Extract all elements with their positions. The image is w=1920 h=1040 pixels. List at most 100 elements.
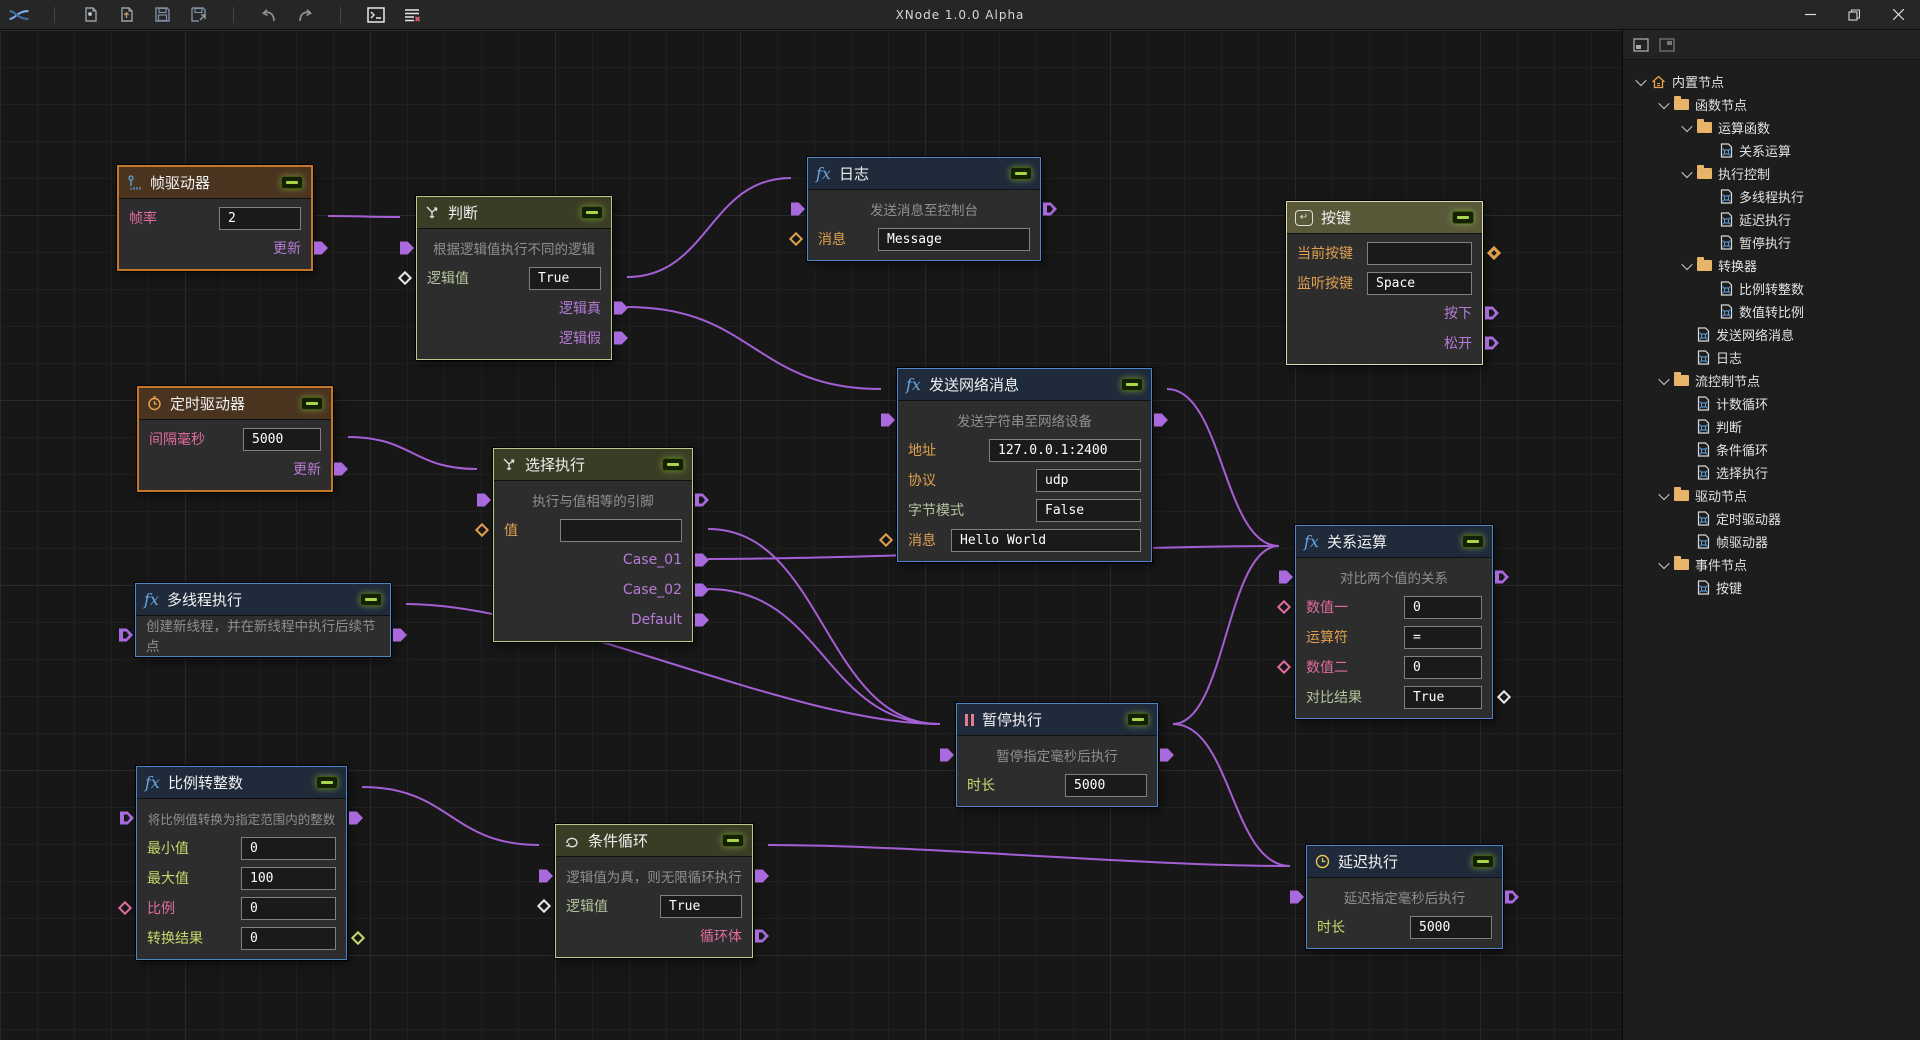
undo-button[interactable] xyxy=(258,4,280,26)
chevron-down-icon[interactable] xyxy=(1658,373,1670,385)
exec-out-case2-port[interactable] xyxy=(695,583,709,597)
exec-out-loop-body-port[interactable] xyxy=(755,929,769,943)
exec-out-port[interactable] xyxy=(393,628,407,642)
result-output[interactable]: 0 xyxy=(241,926,336,950)
collapse-button[interactable] xyxy=(1452,211,1474,224)
framerate-input[interactable]: 2 xyxy=(219,206,301,230)
interval-input[interactable]: 5000 xyxy=(243,427,321,451)
node-header[interactable]: 延迟执行 xyxy=(1307,846,1502,878)
exec-in-port[interactable] xyxy=(477,493,491,507)
node-header[interactable]: fx 多线程执行 xyxy=(136,584,390,616)
restore-button[interactable] xyxy=(1832,0,1876,30)
tree-item-node[interactable]: 计数循环 xyxy=(1623,392,1920,415)
logic-value-input[interactable]: True xyxy=(660,894,742,918)
node-canvas[interactable]: 帧驱动器 帧率 2 更新 判断 根据逻辑值执行不同的逻辑 逻辑值 True 逻辑… xyxy=(0,30,1622,1040)
exec-out-port[interactable] xyxy=(334,462,348,476)
node-header[interactable]: 选择执行 xyxy=(494,449,692,481)
bool-in-port[interactable] xyxy=(397,270,413,286)
collapse-button[interactable] xyxy=(316,776,338,789)
clear-console-button[interactable] xyxy=(401,4,423,26)
node-header[interactable]: fx 关系运算 xyxy=(1296,526,1492,558)
protocol-input[interactable]: udp xyxy=(1036,468,1141,492)
exec-out-true-port[interactable] xyxy=(614,301,628,315)
exec-out-default-port[interactable] xyxy=(695,613,709,627)
chevron-down-icon[interactable] xyxy=(1635,74,1647,86)
int-out-port[interactable] xyxy=(350,930,366,946)
close-button[interactable] xyxy=(1876,0,1920,30)
message-input[interactable]: Message xyxy=(878,227,1030,251)
open-file-button[interactable] xyxy=(115,4,137,26)
save-button[interactable] xyxy=(151,4,173,26)
exec-in-port[interactable] xyxy=(791,202,805,216)
number-in-port[interactable] xyxy=(117,900,133,916)
logic-value-input[interactable]: True xyxy=(529,266,601,290)
chevron-down-icon[interactable] xyxy=(1681,120,1693,132)
collapse-button[interactable] xyxy=(1462,535,1484,548)
exec-in-port[interactable] xyxy=(940,748,954,762)
node-header[interactable]: fx 日志 xyxy=(808,158,1040,190)
chevron-down-icon[interactable] xyxy=(1658,488,1670,500)
node-header[interactable]: ↵ 按键 xyxy=(1287,202,1482,234)
collapse-button[interactable] xyxy=(360,593,382,606)
collapse-button[interactable] xyxy=(281,176,303,189)
min-input[interactable]: 0 xyxy=(241,836,336,860)
node-header[interactable]: 帧驱动器 xyxy=(119,167,311,199)
tree-item-folder[interactable]: 转换器 xyxy=(1623,254,1920,277)
exec-in-port[interactable] xyxy=(1290,890,1304,904)
exec-in-port[interactable] xyxy=(539,869,553,883)
exec-in-port[interactable] xyxy=(881,413,895,427)
string-in-port[interactable] xyxy=(788,231,804,247)
tree-item-node[interactable]: 数值转比例 xyxy=(1623,300,1920,323)
exec-out-port[interactable] xyxy=(1495,570,1509,584)
tree-item-node[interactable]: 比例转整数 xyxy=(1623,277,1920,300)
max-input[interactable]: 100 xyxy=(241,866,336,890)
exec-out-port[interactable] xyxy=(1043,202,1057,216)
tree-item-node[interactable]: 帧驱动器 xyxy=(1623,530,1920,553)
minimize-button[interactable] xyxy=(1788,0,1832,30)
collapse-button[interactable] xyxy=(1472,855,1494,868)
tree-item-folder[interactable]: 流控制节点 xyxy=(1623,369,1920,392)
exec-out-press-port[interactable] xyxy=(1485,306,1499,320)
tree-item-node[interactable]: 关系运算 xyxy=(1623,139,1920,162)
tree-item-folder[interactable]: 驱动节点 xyxy=(1623,484,1920,507)
new-file-button[interactable] xyxy=(79,4,101,26)
tree-item-node[interactable]: 判断 xyxy=(1623,415,1920,438)
tree-item-folder[interactable]: 事件节点 xyxy=(1623,553,1920,576)
panel-toggle-icon[interactable] xyxy=(1633,37,1649,52)
exec-in-port[interactable] xyxy=(1279,570,1293,584)
exec-out-port[interactable] xyxy=(314,241,328,255)
collapse-button[interactable] xyxy=(722,834,744,847)
tree-item-node[interactable]: 条件循环 xyxy=(1623,438,1920,461)
exec-out-port[interactable] xyxy=(1160,748,1174,762)
exec-in-port[interactable] xyxy=(400,241,414,255)
exec-out-release-port[interactable] xyxy=(1485,336,1499,350)
collapse-button[interactable] xyxy=(301,397,323,410)
collapse-button[interactable] xyxy=(1121,378,1143,391)
exec-out-false-port[interactable] xyxy=(614,331,628,345)
redo-button[interactable] xyxy=(294,4,316,26)
tree-item-folder[interactable]: 运算函数 xyxy=(1623,116,1920,139)
node-header[interactable]: fx 发送网络消息 xyxy=(898,369,1151,401)
exec-out-port[interactable] xyxy=(1505,890,1519,904)
chevron-down-icon[interactable] xyxy=(1658,97,1670,109)
duration-input[interactable]: 5000 xyxy=(1065,773,1147,797)
tree-item-folder[interactable]: 执行控制 xyxy=(1623,162,1920,185)
exec-in-port[interactable] xyxy=(120,811,134,825)
node-header[interactable]: fx 比例转整数 xyxy=(137,767,346,799)
byte-mode-input[interactable]: False xyxy=(1036,498,1141,522)
listen-key-input[interactable]: Space xyxy=(1367,271,1472,295)
tree-item-node[interactable]: 延迟执行 xyxy=(1623,208,1920,231)
bool-in-port[interactable] xyxy=(536,898,552,914)
string-out-port[interactable] xyxy=(1486,245,1502,261)
number-in-port[interactable] xyxy=(1276,599,1292,615)
collapse-button[interactable] xyxy=(1010,167,1032,180)
value2-input[interactable]: 0 xyxy=(1404,655,1482,679)
chevron-down-icon[interactable] xyxy=(1681,166,1693,178)
node-header[interactable]: 暂停执行 xyxy=(957,704,1157,736)
tree-item-node[interactable]: 按键 xyxy=(1623,576,1920,599)
tree-item-folder[interactable]: 函数节点 xyxy=(1623,93,1920,116)
collapse-button[interactable] xyxy=(581,206,603,219)
node-header[interactable]: 定时驱动器 xyxy=(139,388,331,420)
exec-out-port[interactable] xyxy=(349,811,363,825)
node-header[interactable]: 条件循环 xyxy=(556,825,752,857)
